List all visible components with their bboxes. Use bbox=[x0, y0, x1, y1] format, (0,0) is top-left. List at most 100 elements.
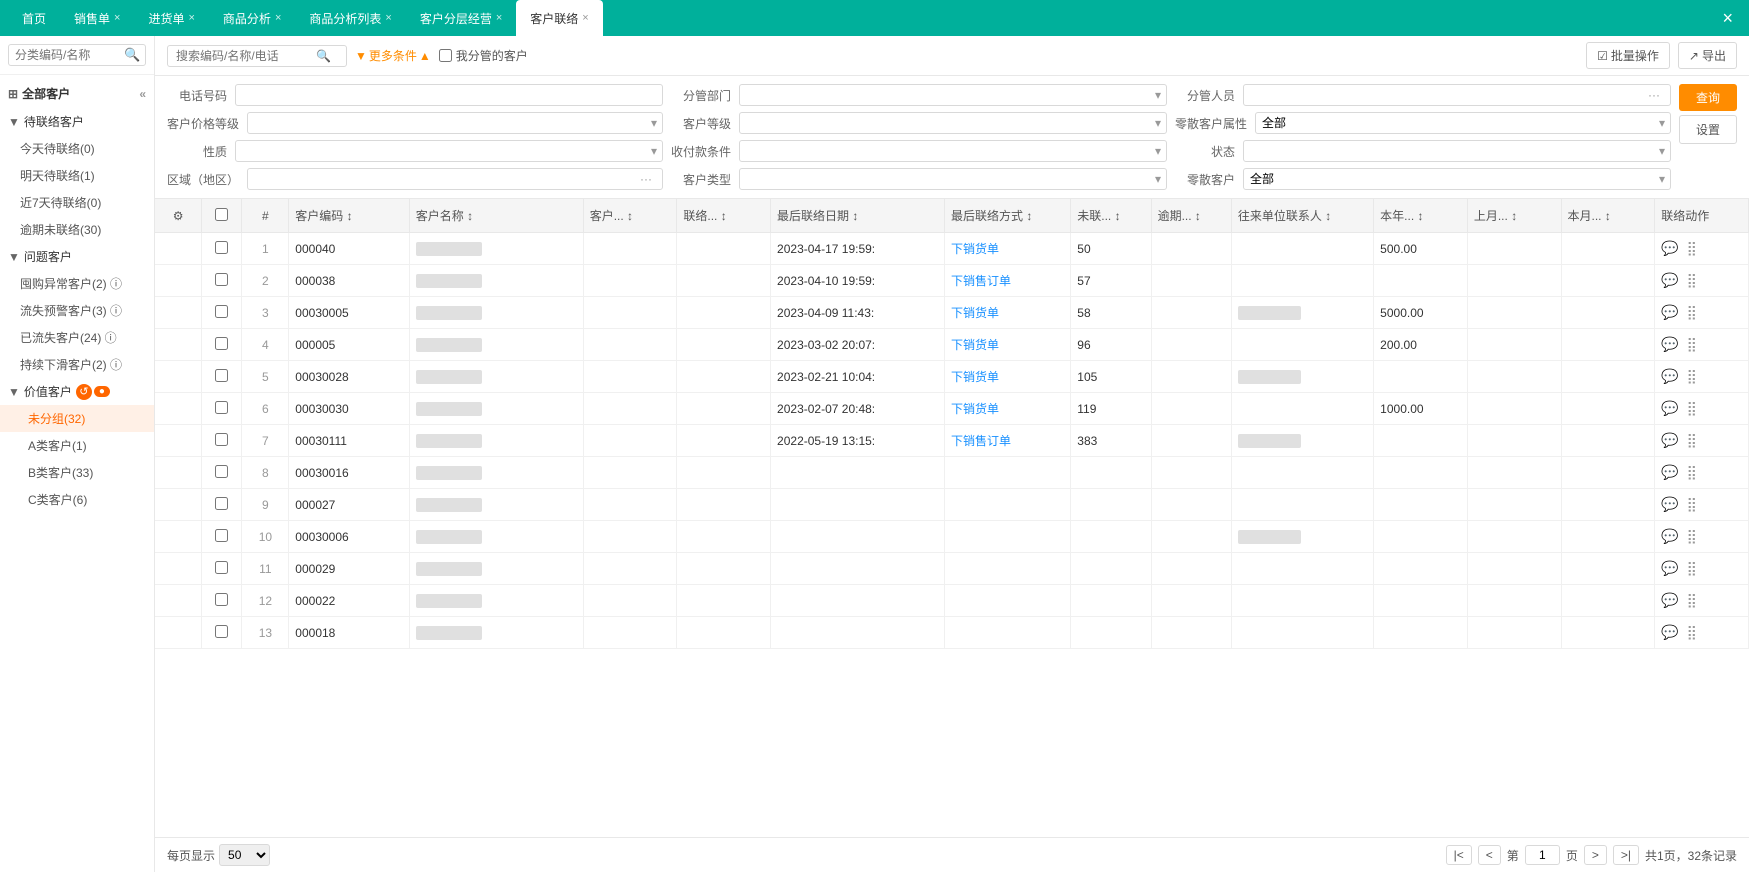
nav-sales[interactable]: 销售单 × bbox=[60, 0, 134, 36]
phone-input[interactable] bbox=[235, 84, 663, 106]
chat-icon[interactable]: 💬 bbox=[1661, 304, 1678, 321]
nav-purchase[interactable]: 进货单 × bbox=[134, 0, 208, 36]
row-action[interactable]: 💬 ⣿ bbox=[1655, 361, 1749, 393]
chat-icon[interactable]: 💬 bbox=[1661, 560, 1678, 577]
row-last-method[interactable]: 下销货单 bbox=[945, 393, 1071, 425]
row-action[interactable]: 💬 ⣿ bbox=[1655, 553, 1749, 585]
check-all-checkbox[interactable] bbox=[215, 208, 228, 221]
refresh-badge[interactable]: ↺ bbox=[76, 384, 92, 400]
chat-icon[interactable]: 💬 bbox=[1661, 528, 1678, 545]
row-last-method[interactable]: 下销售订单 bbox=[945, 265, 1071, 297]
my-customers-checkbox[interactable] bbox=[439, 49, 452, 62]
menu-icon[interactable]: ⣿ bbox=[1687, 368, 1697, 385]
method-link[interactable]: 下销货单 bbox=[951, 370, 999, 384]
sidebar-item-ungroup[interactable]: 未分组(32) bbox=[0, 405, 154, 432]
method-link[interactable]: 下销售订单 bbox=[951, 434, 1011, 448]
nav-customer-segment[interactable]: 客户分层经营 × bbox=[406, 0, 516, 36]
status-select[interactable] bbox=[1243, 140, 1671, 162]
column-last-method[interactable]: 最后联络方式 ↕ bbox=[945, 199, 1071, 233]
column-uncontact[interactable]: 未联... ↕ bbox=[1071, 199, 1151, 233]
row-last-method[interactable]: 下销售订单 bbox=[945, 425, 1071, 457]
page-number-input[interactable] bbox=[1525, 845, 1560, 865]
next-page-btn[interactable]: > bbox=[1584, 845, 1607, 865]
row-check[interactable] bbox=[202, 393, 242, 425]
row-check[interactable] bbox=[202, 457, 242, 489]
row-checkbox-2[interactable] bbox=[215, 305, 228, 318]
method-link[interactable]: 下销货单 bbox=[951, 242, 999, 256]
column-associate[interactable]: 往来单位联系人 ↕ bbox=[1231, 199, 1373, 233]
sidebar-group-pending[interactable]: ▼ 待联络客户 bbox=[0, 108, 154, 135]
row-checkbox-4[interactable] bbox=[215, 369, 228, 382]
nav-close-customer-contact[interactable]: × bbox=[582, 12, 588, 24]
first-page-btn[interactable]: |< bbox=[1446, 845, 1472, 865]
chat-icon[interactable]: 💬 bbox=[1661, 272, 1678, 289]
menu-icon[interactable]: ⣿ bbox=[1687, 560, 1697, 577]
column-year-amt[interactable]: 本年... ↕ bbox=[1374, 199, 1468, 233]
sidebar-item-b[interactable]: B类客户(33) bbox=[0, 459, 154, 486]
chat-icon[interactable]: 💬 bbox=[1661, 368, 1678, 385]
row-action[interactable]: 💬 ⣿ bbox=[1655, 521, 1749, 553]
column-type[interactable]: 客户... ↕ bbox=[583, 199, 677, 233]
row-check[interactable] bbox=[202, 425, 242, 457]
row-check[interactable] bbox=[202, 361, 242, 393]
row-checkbox-11[interactable] bbox=[215, 593, 228, 606]
row-last-method[interactable]: 下销货单 bbox=[945, 233, 1071, 265]
price-grade-select[interactable] bbox=[247, 112, 663, 134]
menu-icon[interactable]: ⣿ bbox=[1687, 272, 1697, 289]
export-btn[interactable]: ↗ 导出 bbox=[1678, 42, 1737, 69]
menu-icon[interactable]: ⣿ bbox=[1687, 464, 1697, 481]
row-check[interactable] bbox=[202, 521, 242, 553]
window-close-button[interactable]: × bbox=[1714, 8, 1741, 29]
row-action[interactable]: 💬 ⣿ bbox=[1655, 425, 1749, 457]
chat-icon[interactable]: 💬 bbox=[1661, 464, 1678, 481]
sidebar-item-c[interactable]: C类客户(6) bbox=[0, 486, 154, 513]
query-button[interactable]: 查询 bbox=[1679, 84, 1737, 111]
row-action[interactable]: 💬 ⣿ bbox=[1655, 585, 1749, 617]
chat-icon[interactable]: 💬 bbox=[1661, 624, 1678, 641]
prev-page-btn[interactable]: < bbox=[1478, 845, 1501, 865]
sidebar-item-churn-warning[interactable]: 流失预警客户(3) ⓘ bbox=[0, 297, 154, 324]
row-action[interactable]: 💬 ⣿ bbox=[1655, 393, 1749, 425]
chat-icon[interactable]: 💬 bbox=[1661, 592, 1678, 609]
row-action[interactable]: 💬 ⣿ bbox=[1655, 489, 1749, 521]
row-checkbox-3[interactable] bbox=[215, 337, 228, 350]
nav-close-customer-segment[interactable]: × bbox=[496, 12, 502, 24]
sidebar-item-declining[interactable]: 持续下滑客户(2) ⓘ bbox=[0, 351, 154, 378]
row-check[interactable] bbox=[202, 329, 242, 361]
nav-close-product-analysis[interactable]: × bbox=[275, 12, 281, 24]
sidebar-item-7days[interactable]: 近7天待联络(0) bbox=[0, 189, 154, 216]
customer-grade-select[interactable] bbox=[739, 112, 1167, 134]
row-last-method[interactable]: 下销货单 bbox=[945, 361, 1071, 393]
row-action[interactable]: 💬 ⣿ bbox=[1655, 233, 1749, 265]
chat-icon[interactable]: 💬 bbox=[1661, 336, 1678, 353]
filter-more-btn[interactable]: ▼ 更多条件 ▲ bbox=[355, 47, 431, 64]
row-action[interactable]: 💬 ⣿ bbox=[1655, 617, 1749, 649]
row-checkbox-5[interactable] bbox=[215, 401, 228, 414]
nav-close-product-analysis-list[interactable]: × bbox=[385, 12, 391, 24]
sidebar-group-problem[interactable]: ▼ 问题客户 bbox=[0, 243, 154, 270]
method-link[interactable]: 下销售订单 bbox=[951, 274, 1011, 288]
row-check[interactable] bbox=[202, 233, 242, 265]
method-link[interactable]: 下销货单 bbox=[951, 402, 999, 416]
last-page-btn[interactable]: >| bbox=[1613, 845, 1639, 865]
nav-customer-contact[interactable]: 客户联络 × bbox=[516, 0, 602, 36]
menu-icon[interactable]: ⣿ bbox=[1687, 624, 1697, 641]
reset-button[interactable]: 设置 bbox=[1679, 115, 1737, 144]
retail-attr-select[interactable]: 全部 bbox=[1255, 112, 1671, 134]
row-check[interactable] bbox=[202, 297, 242, 329]
row-action[interactable]: 💬 ⣿ bbox=[1655, 265, 1749, 297]
customer-type-select[interactable] bbox=[739, 168, 1167, 190]
row-checkbox-7[interactable] bbox=[215, 465, 228, 478]
column-last-month[interactable]: 上月... ↕ bbox=[1467, 199, 1561, 233]
nav-product-analysis[interactable]: 商品分析 × bbox=[209, 0, 295, 36]
sidebar-item-today[interactable]: 今天待联络(0) bbox=[0, 135, 154, 162]
method-link[interactable]: 下销货单 bbox=[951, 338, 999, 352]
menu-icon[interactable]: ⣿ bbox=[1687, 400, 1697, 417]
filter-my-customers[interactable]: 我分管的客户 bbox=[439, 47, 528, 64]
dept-select[interactable] bbox=[739, 84, 1167, 106]
row-last-method[interactable]: 下销货单 bbox=[945, 329, 1071, 361]
nav-close-sales[interactable]: × bbox=[114, 12, 120, 24]
column-last-date[interactable]: 最后联络日期 ↕ bbox=[771, 199, 945, 233]
menu-icon[interactable]: ⣿ bbox=[1687, 528, 1697, 545]
sidebar-all-customers[interactable]: ⊞ 全部客户 « bbox=[0, 79, 154, 108]
